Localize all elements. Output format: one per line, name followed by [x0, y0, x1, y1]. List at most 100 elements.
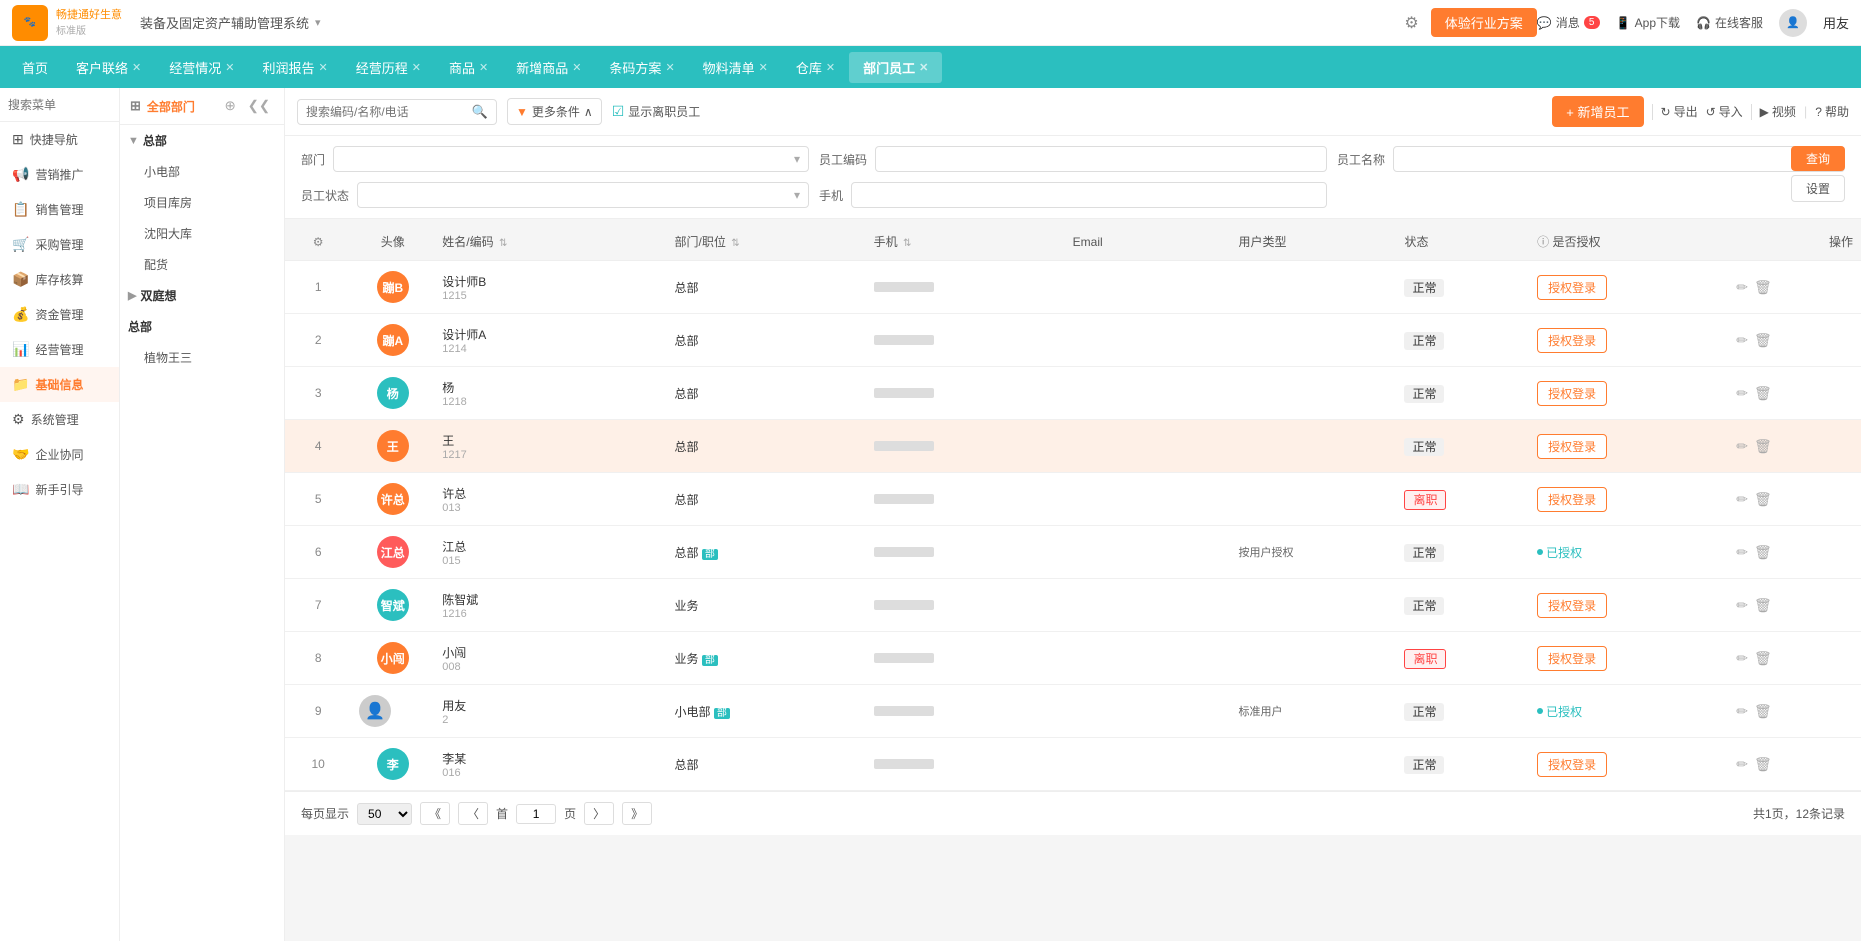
sidebar-item-quick-nav[interactable]: ⊞ 快捷导航: [0, 122, 119, 157]
online-service-btn[interactable]: 🎧 在线客服: [1696, 14, 1763, 31]
delete-icon[interactable]: 🗑: [1754, 703, 1772, 720]
edit-icon[interactable]: ✏: [1736, 279, 1748, 296]
tab-new-goods-close-icon[interactable]: ✕: [572, 61, 581, 74]
tab-warehouse-close-icon[interactable]: ✕: [826, 61, 835, 74]
try-btn[interactable]: 体验行业方案: [1431, 8, 1537, 37]
sidebar-item-capital[interactable]: 💰 资金管理: [0, 297, 119, 332]
edit-icon[interactable]: ✏: [1736, 491, 1748, 508]
tab-employee-close-icon[interactable]: ✕: [919, 61, 928, 74]
show-resigned-toggle[interactable]: ☑ 显示离职员工: [612, 103, 701, 120]
status-filter-input[interactable]: ▾: [357, 182, 809, 208]
per-page-select[interactable]: 50 20 100: [357, 803, 412, 825]
dept-item-plant[interactable]: 植物王三: [120, 342, 284, 373]
next-page-btn[interactable]: 〉: [584, 802, 614, 825]
prev-page-btn[interactable]: 〈: [458, 802, 488, 825]
tab-home[interactable]: 首页: [8, 52, 62, 83]
dropdown-arrow-icon[interactable]: ▾: [315, 16, 321, 29]
page-input[interactable]: [516, 804, 556, 824]
tab-history[interactable]: 经营历程 ✕: [342, 52, 435, 83]
edit-icon[interactable]: ✏: [1736, 332, 1748, 349]
sidebar-item-company[interactable]: 🤝 企业协同: [0, 437, 119, 472]
tab-goods-close-icon[interactable]: ✕: [479, 61, 488, 74]
gear-icon[interactable]: ⚙: [1404, 15, 1418, 32]
tab-customer-close-icon[interactable]: ✕: [132, 61, 141, 74]
more-filter-btn[interactable]: ▼ 更多条件 ∧: [507, 98, 602, 125]
delete-icon[interactable]: 🗑: [1754, 279, 1772, 296]
tab-employee[interactable]: 部门员工 ✕: [849, 52, 942, 83]
set-btn[interactable]: 设置: [1791, 175, 1845, 202]
tab-new-goods[interactable]: 新增商品 ✕: [502, 52, 595, 83]
empcode-input[interactable]: [884, 152, 1318, 166]
auth-login-btn[interactable]: 授权登录: [1537, 328, 1607, 353]
tab-operation-close-icon[interactable]: ✕: [225, 61, 234, 74]
export-btn[interactable]: ↻ 导出: [1661, 103, 1698, 120]
sidebar-search-input[interactable]: [8, 98, 120, 112]
auth-login-btn[interactable]: 授权登录: [1537, 434, 1607, 459]
empname-input[interactable]: [1402, 152, 1836, 166]
tab-history-close-icon[interactable]: ✕: [412, 61, 421, 74]
auth-login-btn[interactable]: 授权登录: [1537, 275, 1607, 300]
edit-icon[interactable]: ✏: [1736, 438, 1748, 455]
sidebar-item-sales[interactable]: 📋 销售管理: [0, 192, 119, 227]
dept-item-general2[interactable]: 总部: [120, 311, 284, 342]
edit-icon[interactable]: ✏: [1736, 597, 1748, 614]
dept-filter-input[interactable]: ▾: [333, 146, 809, 172]
sidebar-item-purchase[interactable]: 🛒 采购管理: [0, 227, 119, 262]
auth-login-btn[interactable]: 授权登录: [1537, 593, 1607, 618]
tab-bom[interactable]: 物料清单 ✕: [689, 52, 782, 83]
tab-operation[interactable]: 经营情况 ✕: [155, 52, 248, 83]
add-employee-btn[interactable]: + 新增员工: [1552, 96, 1643, 127]
edit-icon[interactable]: ✏: [1736, 703, 1748, 720]
sidebar-item-guide[interactable]: 📖 新手引导: [0, 472, 119, 507]
auth-login-btn[interactable]: 授权登录: [1537, 646, 1607, 671]
dept-item-double-dream[interactable]: ▶ 双庭想: [120, 280, 284, 311]
dept-item-shenyang[interactable]: 沈阳大库: [120, 218, 284, 249]
dept-item-general[interactable]: ▼ 总部: [120, 125, 284, 156]
edit-icon[interactable]: ✏: [1736, 650, 1748, 667]
app-download-btn[interactable]: 📱 App下载: [1616, 14, 1680, 31]
delete-icon[interactable]: 🗑: [1754, 332, 1772, 349]
import-btn[interactable]: ↺ 导入: [1706, 103, 1743, 120]
delete-icon[interactable]: 🗑: [1754, 650, 1772, 667]
dept-all-label[interactable]: 全部部门: [147, 98, 195, 115]
tab-warehouse[interactable]: 仓库 ✕: [782, 52, 849, 83]
last-page-btn[interactable]: 》: [622, 802, 652, 825]
sidebar-item-basic[interactable]: 📁 基础信息: [0, 367, 119, 402]
view-btn[interactable]: ▶ 视频: [1760, 103, 1796, 120]
auth-login-btn[interactable]: 授权登录: [1537, 381, 1607, 406]
message-btn[interactable]: 💬 消息 5: [1537, 14, 1600, 31]
tab-profit[interactable]: 利润报告 ✕: [248, 52, 341, 83]
tab-customer[interactable]: 客户联络 ✕: [62, 52, 155, 83]
delete-icon[interactable]: 🗑: [1754, 438, 1772, 455]
query-btn[interactable]: 查询: [1791, 146, 1845, 171]
tab-goods[interactable]: 商品 ✕: [435, 52, 502, 83]
delete-icon[interactable]: 🗑: [1754, 544, 1772, 561]
dept-item-small-elec[interactable]: 小电部: [120, 156, 284, 187]
search-input[interactable]: [306, 105, 468, 119]
tab-barcode[interactable]: 条码方案 ✕: [595, 52, 688, 83]
delete-icon[interactable]: 🗑: [1754, 756, 1772, 773]
dept-item-project[interactable]: 项目库房: [120, 187, 284, 218]
sidebar-item-system[interactable]: ⚙ 系统管理: [0, 402, 119, 437]
help-btn[interactable]: ? 帮助: [1815, 103, 1849, 120]
dept-add-btn[interactable]: ⊕: [220, 96, 239, 116]
edit-icon[interactable]: ✏: [1736, 756, 1748, 773]
status-dropdown-icon[interactable]: ▾: [794, 188, 800, 202]
th-name[interactable]: 姓名/编码 ⇅: [434, 223, 666, 261]
sidebar-item-marketing[interactable]: 📢 营销推广: [0, 157, 119, 192]
tab-bom-close-icon[interactable]: ✕: [759, 61, 768, 74]
dept-dropdown-icon[interactable]: ▾: [794, 152, 800, 166]
auth-login-btn[interactable]: 授权登录: [1537, 487, 1607, 512]
auth-login-btn[interactable]: 授权登录: [1537, 752, 1607, 777]
sidebar-item-operation[interactable]: 📊 经营管理: [0, 332, 119, 367]
dept-item-distribution[interactable]: 配货: [120, 249, 284, 280]
phone-input[interactable]: [860, 188, 1318, 202]
tab-barcode-close-icon[interactable]: ✕: [665, 61, 674, 74]
sidebar-item-inventory[interactable]: 📦 库存核算: [0, 262, 119, 297]
delete-icon[interactable]: 🗑: [1754, 597, 1772, 614]
dept-collapse-btn[interactable]: ❮❮: [244, 96, 274, 116]
phone-filter-input[interactable]: [851, 182, 1327, 208]
empname-filter-input[interactable]: [1393, 146, 1845, 172]
delete-icon[interactable]: 🗑: [1754, 385, 1772, 402]
first-page-btn[interactable]: 《: [420, 802, 450, 825]
